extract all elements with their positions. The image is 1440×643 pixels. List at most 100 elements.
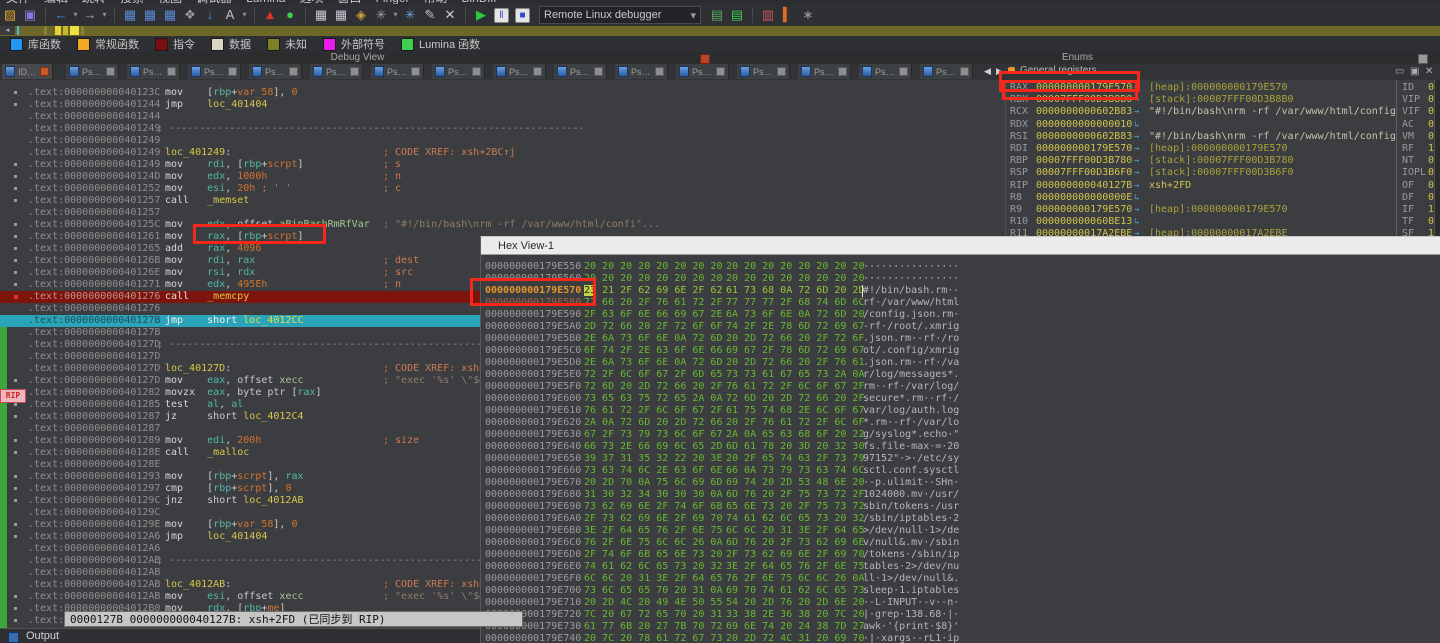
flag-row-vip[interactable]: VIP0 xyxy=(1402,94,1434,106)
view-dropdown-icon[interactable]: ▾ xyxy=(241,5,248,25)
flag-row-vif[interactable]: VIF0 xyxy=(1402,106,1434,118)
tab-pseudocode[interactable]: Ps… xyxy=(66,64,119,79)
breakpoint-dot[interactable] xyxy=(14,403,17,406)
breakpoint-group-icon[interactable]: ◈ xyxy=(354,5,368,25)
tab-close-icon[interactable] xyxy=(472,67,481,76)
breakpoint-dot[interactable] xyxy=(14,295,18,299)
open-file-icon[interactable]: ▨ xyxy=(3,5,17,25)
breakpoint-dot[interactable] xyxy=(14,235,17,238)
breakpoint-color-icon[interactable]: ▍ xyxy=(781,5,795,25)
tab-close-icon[interactable] xyxy=(777,67,786,76)
tab-close-icon[interactable] xyxy=(40,67,49,76)
registers-splitter[interactable] xyxy=(1396,80,1397,236)
tab-close-icon[interactable] xyxy=(289,67,298,76)
register-row-rip[interactable]: RIP000000000040127B→xsh+2FD xyxy=(1006,180,1440,192)
hex-row[interactable]: 000000000179E5A02D 72 66 20 2F 72 6F 6F7… xyxy=(481,321,1440,333)
tab-close-icon[interactable] xyxy=(228,67,237,76)
nav-forward-icon[interactable]: → xyxy=(83,5,97,25)
edit-icon[interactable]: ✎ xyxy=(423,5,437,25)
thread-list-icon[interactable]: ▦ xyxy=(163,5,177,25)
tab-close-icon[interactable] xyxy=(350,67,359,76)
hex-row[interactable]: 000000000179E74020 7C 20 78 61 72 67 732… xyxy=(481,633,1440,643)
breakpoint-dot[interactable] xyxy=(14,199,17,202)
step-trace-icon[interactable]: ❖ xyxy=(183,5,197,25)
warning-icon[interactable]: ▲ xyxy=(263,5,277,25)
hex-row[interactable]: 000000000179E6202A 0A 72 6D 20 2D 72 662… xyxy=(481,417,1440,429)
hex-row[interactable]: 000000000179E6E074 61 62 6C 65 73 20 323… xyxy=(481,561,1440,573)
general-registers-panel[interactable]: RAX000000000179E570→[heap]:000000000179E… xyxy=(1005,80,1440,236)
text-view-icon[interactable]: A xyxy=(223,5,237,25)
hex-row[interactable]: 000000000179E69073 62 69 6E 2F 74 6F 6B6… xyxy=(481,501,1440,513)
hex-row[interactable]: 000000000179E65039 37 31 35 32 22 20 3E2… xyxy=(481,453,1440,465)
columns-icon[interactable]: ▥ xyxy=(761,5,775,25)
step-over-icon[interactable]: ✳ xyxy=(403,5,417,25)
nav-forward-dropdown-icon[interactable]: ▾ xyxy=(101,5,108,25)
hex-row[interactable]: 000000000179E55020 20 20 20 20 20 20 202… xyxy=(481,261,1440,273)
flag-row-tf[interactable]: TF0 xyxy=(1402,216,1434,228)
hex-row[interactable]: 000000000179E57023 21 2F 62 69 6E 2F 626… xyxy=(481,285,1440,297)
tab-close-icon[interactable] xyxy=(594,67,603,76)
tab-general-registers[interactable]: General registers xyxy=(1008,65,1097,76)
hex-row[interactable]: 000000000179E60073 65 63 75 72 65 2A 0A7… xyxy=(481,393,1440,405)
navband-left-button[interactable]: ◂ xyxy=(0,26,15,35)
dock-float-icon[interactable]: ▣ xyxy=(1410,66,1419,77)
hex-row[interactable]: 000000000179E70073 6C 65 65 70 20 31 0A6… xyxy=(481,585,1440,597)
breakpoint-dot[interactable] xyxy=(14,187,17,190)
flag-row-if[interactable]: IF1 xyxy=(1402,204,1434,216)
registers-scrollbar[interactable] xyxy=(1434,80,1440,236)
breakpoint-dot[interactable] xyxy=(14,607,17,610)
dock-close-icon[interactable]: ✕ xyxy=(1425,66,1433,77)
breakpoint-dot[interactable] xyxy=(14,415,17,418)
tab-close-icon[interactable] xyxy=(960,67,969,76)
disasm-line[interactable]: .text:0000000000401249mov rdi, [rbp+scrp… xyxy=(0,159,1005,171)
tab-pseudocode[interactable]: Ps… xyxy=(249,64,302,79)
hex-row[interactable]: 000000000179E7207C 20 67 72 65 70 20 313… xyxy=(481,609,1440,621)
hex-row[interactable]: 000000000179E6C076 2F 6E 75 6C 6C 26 0A6… xyxy=(481,537,1440,549)
hex-row[interactable]: 000000000179E5D02E 6A 73 6F 6E 0A 72 6D2… xyxy=(481,357,1440,369)
tab-pseudocode[interactable]: Ps… xyxy=(127,64,180,79)
disasm-line[interactable]: .text:000000000040125Cmov edx, offset aB… xyxy=(0,219,1005,231)
disasm-line[interactable]: .text:0000000000401257 xyxy=(0,207,1005,219)
breakpoint-dot[interactable] xyxy=(14,619,17,622)
hex-row[interactable]: 000000000179E68031 30 32 34 30 30 30 0A6… xyxy=(481,489,1440,501)
disasm-line[interactable]: .text:0000000000401257call _memset xyxy=(0,195,1005,207)
tab-pseudocode[interactable]: Ps… xyxy=(798,64,851,79)
enums-close-icon[interactable] xyxy=(1418,54,1428,64)
debugger-attach-icon[interactable]: ▤ xyxy=(730,5,744,25)
tab-pseudocode[interactable]: Ps… xyxy=(920,64,973,79)
breakpoint-add-icon[interactable]: ▦ xyxy=(334,5,348,25)
hex-row[interactable]: 000000000179E6A02F 73 62 69 6E 2F 69 707… xyxy=(481,513,1440,525)
breakpoint-dot[interactable] xyxy=(14,475,17,478)
tab-scroll-left-icon[interactable]: ◀ xyxy=(984,66,991,77)
breakpoint-dot[interactable] xyxy=(14,247,17,250)
snowflake-icon[interactable]: ∗ xyxy=(801,5,815,25)
disasm-line[interactable]: .text:0000000000401244 xyxy=(0,111,1005,123)
disasm-line[interactable]: .text:000000000040124Dmov edx, 1000h; n xyxy=(0,171,1005,183)
breakpoint-list-icon[interactable]: ▦ xyxy=(314,5,328,25)
tab-close-icon[interactable] xyxy=(899,67,908,76)
register-row-r10[interactable]: R10000000000060BE13↳ xyxy=(1006,216,1440,228)
tab-pseudocode[interactable]: Ps… xyxy=(554,64,607,79)
flag-row-sf[interactable]: SF1 xyxy=(1402,228,1434,236)
hex-row[interactable]: 000000000179E5B02E 6A 73 6F 6E 0A 72 6D2… xyxy=(481,333,1440,345)
flag-row-rf[interactable]: RF1 xyxy=(1402,143,1434,155)
breakpoint-dot[interactable] xyxy=(14,283,17,286)
debugger-options-icon[interactable]: ▤ xyxy=(710,5,724,25)
hex-row[interactable]: 000000000179E66073 63 74 6C 2E 63 6F 6E6… xyxy=(481,465,1440,477)
breakpoint-dot[interactable] xyxy=(14,535,17,538)
breakpoint-dot[interactable] xyxy=(14,499,17,502)
breakpoint-dot[interactable] xyxy=(14,523,17,526)
breakpoint-dot[interactable] xyxy=(14,271,17,274)
hex-row[interactable]: 000000000179E6F06C 6C 20 31 3E 2F 64 657… xyxy=(481,573,1440,585)
tab-close-icon[interactable] xyxy=(411,67,420,76)
hex-dump[interactable]: 000000000179E55020 20 20 20 20 20 20 202… xyxy=(481,255,1440,643)
nav-back-dropdown-icon[interactable]: ▾ xyxy=(72,5,79,25)
hex-row[interactable]: 000000000179E58072 66 20 2F 76 61 72 2F7… xyxy=(481,297,1440,309)
nav-back-icon[interactable]: ← xyxy=(54,5,68,25)
register-row-r9[interactable]: R9000000000179E570→[heap]:000000000179E5… xyxy=(1006,204,1440,216)
register-row-rcx[interactable]: RCX0000000000602B83→"#!/bin/bash\nrm -rf… xyxy=(1006,106,1440,118)
debugger-window-icon[interactable]: ▦ xyxy=(123,5,137,25)
breakpoint-dot[interactable] xyxy=(14,439,17,442)
register-row-rsi[interactable]: RSI0000000000602B83→"#!/bin/bash\nrm -rf… xyxy=(1006,131,1440,143)
tab-pseudocode[interactable]: Ps… xyxy=(188,64,241,79)
